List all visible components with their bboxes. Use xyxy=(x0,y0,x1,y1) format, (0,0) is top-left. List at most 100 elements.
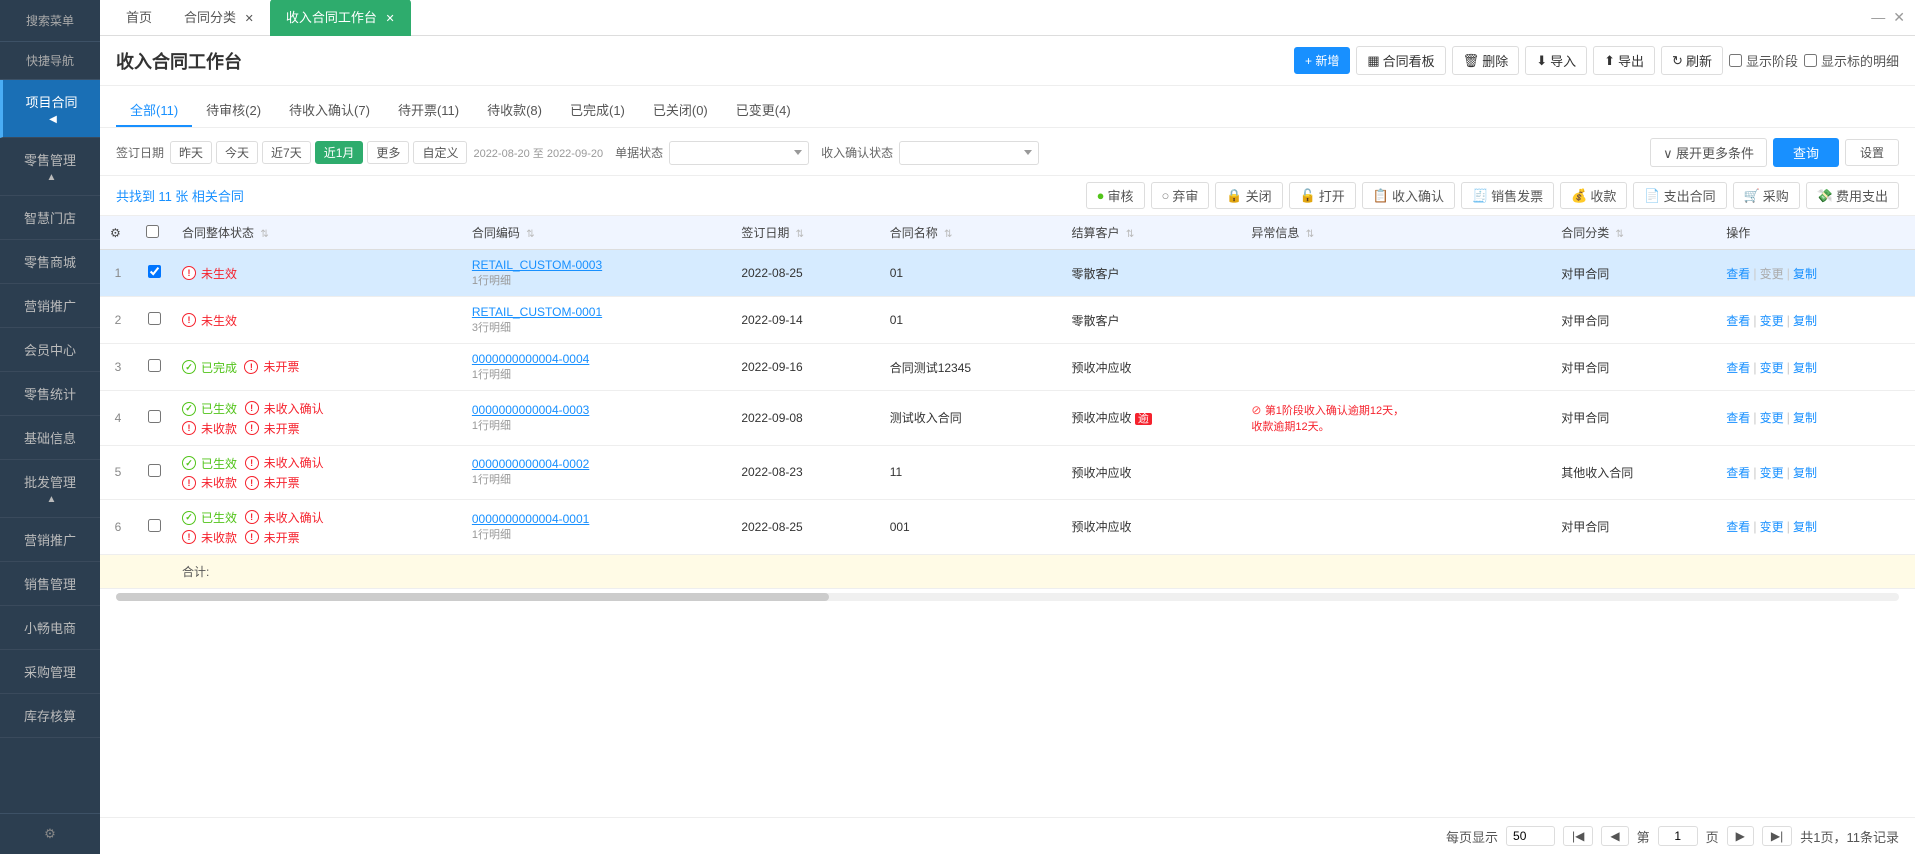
sidebar-item-marketing2[interactable]: 营销推广 xyxy=(0,518,100,562)
sidebar-settings[interactable]: ⚙ xyxy=(0,813,100,854)
search-button[interactable]: 查询 xyxy=(1773,138,1839,167)
view-btn[interactable]: 查看 xyxy=(1726,267,1750,281)
change-btn[interactable]: 变更 xyxy=(1760,361,1784,375)
expense-out-button[interactable]: 💸 费用支出 xyxy=(1806,182,1899,209)
row-checkbox-cell[interactable] xyxy=(136,297,172,344)
contract-link[interactable]: 0000000000004-0001 xyxy=(472,512,589,526)
view-btn[interactable]: 查看 xyxy=(1726,411,1750,425)
sidebar-item-retail-mgmt[interactable]: 零售管理 ▲ xyxy=(0,138,100,196)
change-btn[interactable]: 变更 xyxy=(1760,411,1784,425)
close-button[interactable]: 🔒 关闭 xyxy=(1215,182,1282,209)
import-button[interactable]: ⬇ 导入 xyxy=(1525,46,1587,75)
copy-btn[interactable]: 复制 xyxy=(1793,361,1817,375)
tab-contract-cat-close[interactable]: ✕ xyxy=(245,13,254,25)
date-btn-more[interactable]: 更多 xyxy=(367,141,409,164)
contract-link[interactable]: RETAIL_CUSTOM-0001 xyxy=(472,305,602,319)
filter-tab-all[interactable]: 全部(11) xyxy=(116,94,192,127)
sidebar-item-wholesale[interactable]: 批发管理 ▲ xyxy=(0,460,100,518)
view-btn[interactable]: 查看 xyxy=(1726,361,1750,375)
sidebar-item-project[interactable]: 项目合同 ◀ xyxy=(0,80,100,138)
change-btn[interactable]: 变更 xyxy=(1760,466,1784,480)
row-checkbox-cell[interactable] xyxy=(136,250,172,297)
tab-income-workbench-close[interactable]: ✕ xyxy=(386,13,395,25)
delete-button[interactable]: 🗑 删除 xyxy=(1452,46,1520,75)
row-checkbox-cell[interactable] xyxy=(136,500,172,555)
row-checkbox-cell[interactable] xyxy=(136,344,172,391)
copy-btn[interactable]: 复制 xyxy=(1793,267,1817,281)
change-btn[interactable]: 变更 xyxy=(1760,520,1784,534)
sidebar-item-retail-mall[interactable]: 零售商城 xyxy=(0,240,100,284)
sidebar-item-sales[interactable]: 销售管理 xyxy=(0,562,100,606)
sidebar-quick-nav[interactable]: 快捷导航 xyxy=(0,42,100,80)
row-checkbox[interactable] xyxy=(148,464,161,477)
sidebar-item-basic-info[interactable]: 基础信息 xyxy=(0,416,100,460)
contract-link[interactable]: RETAIL_CUSTOM-0003 xyxy=(472,258,602,272)
copy-btn[interactable]: 复制 xyxy=(1793,466,1817,480)
prev-page-btn[interactable]: ◀ xyxy=(1601,826,1628,846)
date-btn-custom[interactable]: 自定义 xyxy=(413,141,467,164)
filter-tab-completed[interactable]: 已完成(1) xyxy=(556,94,639,127)
page-size-select[interactable]: 50 10 20 100 xyxy=(1506,826,1555,846)
contract-link[interactable]: 0000000000004-0004 xyxy=(472,352,589,366)
add-button[interactable]: + 新增 xyxy=(1294,47,1350,74)
first-page-btn[interactable]: |◀ xyxy=(1563,826,1593,846)
row-checkbox-cell[interactable] xyxy=(136,391,172,446)
copy-btn[interactable]: 复制 xyxy=(1793,520,1817,534)
change-btn[interactable]: 变更 xyxy=(1760,314,1784,328)
select-all-checkbox[interactable] xyxy=(146,225,159,238)
contract-link[interactable]: 0000000000004-0002 xyxy=(472,457,589,471)
contract-link[interactable]: 0000000000004-0003 xyxy=(472,403,589,417)
review-button[interactable]: ● 审核 xyxy=(1086,182,1145,209)
income-confirm-select[interactable] xyxy=(899,141,1039,165)
row-checkbox[interactable] xyxy=(148,312,161,325)
sidebar-item-purchase[interactable]: 采购管理 xyxy=(0,650,100,694)
col-settings[interactable]: ⚙ xyxy=(100,216,136,250)
date-btn-today[interactable]: 今天 xyxy=(216,141,258,164)
sidebar-item-member[interactable]: 会员中心 xyxy=(0,328,100,372)
change-btn[interactable]: 变更 xyxy=(1760,267,1784,281)
out-contract-button[interactable]: 📄 支出合同 xyxy=(1633,182,1726,209)
expand-filter-button[interactable]: ∨ 展开更多条件 xyxy=(1650,138,1767,167)
row-checkbox[interactable] xyxy=(148,359,161,372)
open-button[interactable]: 🔓 打开 xyxy=(1289,182,1356,209)
filter-tab-changed[interactable]: 已变更(4) xyxy=(722,94,805,127)
next-page-btn[interactable]: ▶ xyxy=(1727,826,1754,846)
sidebar-item-ecommerce[interactable]: 小畅电商 xyxy=(0,606,100,650)
last-page-btn[interactable]: ▶| xyxy=(1762,826,1792,846)
date-btn-yesterday[interactable]: 昨天 xyxy=(170,141,212,164)
window-minimize-icon[interactable]: — xyxy=(1871,9,1885,26)
sidebar-search[interactable]: 搜索菜单 xyxy=(0,0,100,42)
filter-tab-pending-income[interactable]: 待收入确认(7) xyxy=(275,94,384,127)
tab-contract-cat[interactable]: 合同分类 ✕ xyxy=(168,0,270,36)
board-button[interactable]: ▦ 合同看板 xyxy=(1356,46,1445,75)
row-checkbox[interactable] xyxy=(148,519,161,532)
sidebar-item-marketing[interactable]: 营销推广 xyxy=(0,284,100,328)
sidebar-item-smart-store[interactable]: 智慧门店 xyxy=(0,196,100,240)
sidebar-item-retail-stat[interactable]: 零售统计 xyxy=(0,372,100,416)
tab-income-workbench[interactable]: 收入合同工作台 ✕ xyxy=(270,0,411,36)
abandon-button[interactable]: ○ 弃审 xyxy=(1151,182,1210,209)
row-checkbox[interactable] xyxy=(148,410,161,423)
filter-tab-closed[interactable]: 已关闭(0) xyxy=(639,94,722,127)
copy-btn[interactable]: 复制 xyxy=(1793,411,1817,425)
copy-btn[interactable]: 复制 xyxy=(1793,314,1817,328)
filter-tab-pending-invoice[interactable]: 待开票(11) xyxy=(384,94,473,127)
tab-home[interactable]: 首页 xyxy=(110,0,168,36)
sidebar-item-inventory[interactable]: 库存核算 xyxy=(0,694,100,738)
filter-tab-pending-collect[interactable]: 待收款(8) xyxy=(473,94,556,127)
doc-status-select[interactable] xyxy=(669,141,809,165)
date-btn-last1month[interactable]: 近1月 xyxy=(315,141,364,164)
purchase-button[interactable]: 🛒 采购 xyxy=(1733,182,1800,209)
income-confirm-button[interactable]: 📋 收入确认 xyxy=(1362,182,1455,209)
sales-invoice-button[interactable]: 🧾 销售发票 xyxy=(1461,182,1554,209)
collect-button[interactable]: 💰 收款 xyxy=(1560,182,1627,209)
refresh-button[interactable]: ↻ 刷新 xyxy=(1661,46,1723,75)
view-btn[interactable]: 查看 xyxy=(1726,520,1750,534)
row-checkbox-cell[interactable] xyxy=(136,445,172,500)
page-number-input[interactable] xyxy=(1658,826,1698,846)
export-button[interactable]: ⬆ 导出 xyxy=(1593,46,1655,75)
settings-button[interactable]: 设置 xyxy=(1845,139,1899,166)
view-btn[interactable]: 查看 xyxy=(1726,314,1750,328)
view-btn[interactable]: 查看 xyxy=(1726,466,1750,480)
row-checkbox[interactable] xyxy=(148,265,161,278)
